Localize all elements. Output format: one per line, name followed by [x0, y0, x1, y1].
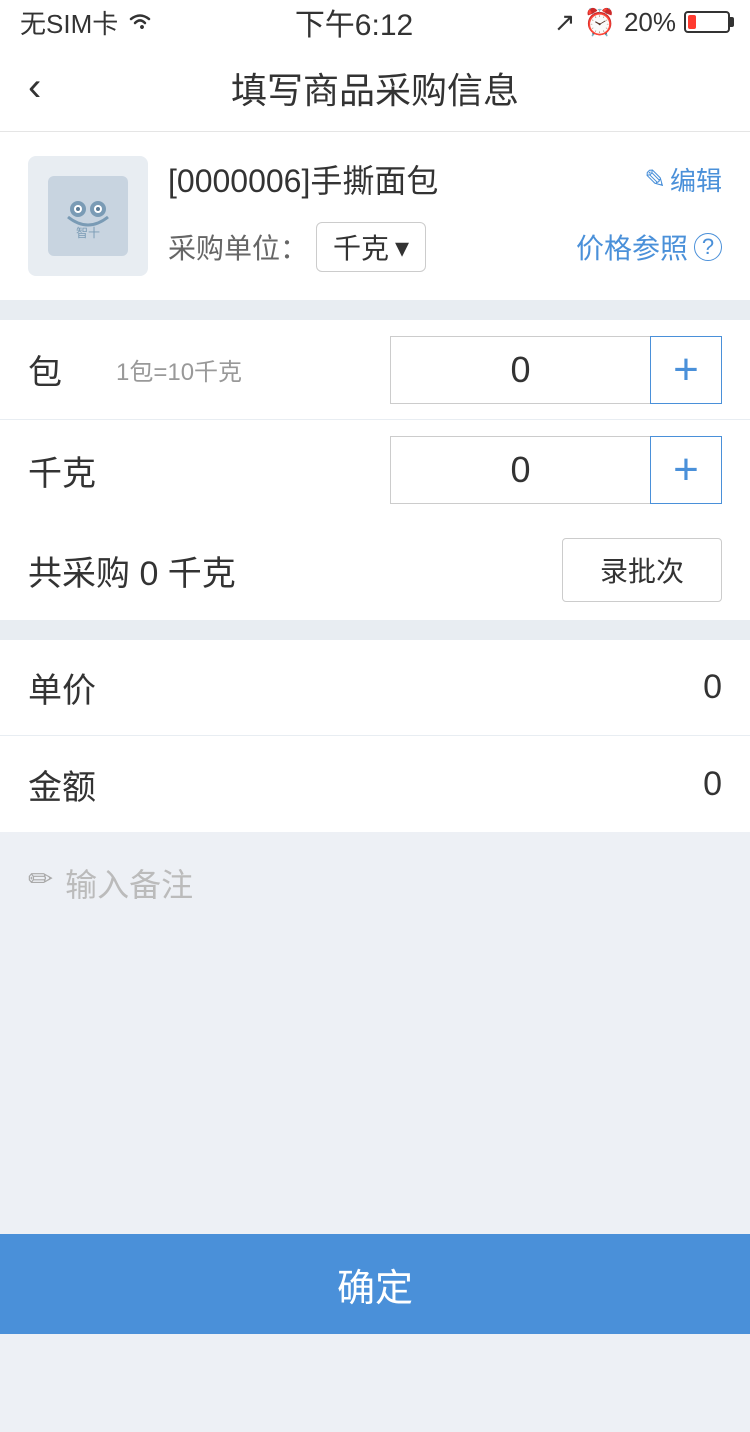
unit-dropdown[interactable]: 千克 ▾ — [316, 222, 426, 272]
bottom-space — [0, 1032, 750, 1432]
batch-button[interactable]: 录批次 — [562, 538, 722, 602]
dropdown-arrow-icon: ▾ — [395, 231, 409, 264]
remark-section[interactable]: ✏ 输入备注 — [0, 832, 750, 1032]
bao-label: 包 — [28, 345, 108, 394]
product-section: 智十 [0000006]手撕面包 ✎ 编辑 采购单位： 千克 ▾ 价格参照 ? — [0, 132, 750, 300]
status-left: 无SIM卡 — [20, 4, 154, 41]
kg-label: 千克 — [28, 446, 108, 495]
bao-row: 包 1包=10千克 + — [0, 320, 750, 420]
total-section: 共采购 0 千克 录批次 — [0, 520, 750, 620]
input-section: 包 1包=10千克 + 千克 + — [0, 320, 750, 520]
kg-input-group: + — [390, 436, 722, 504]
alarm-icon: ⏰ — [584, 7, 616, 38]
divider-1 — [0, 300, 750, 320]
divider-2 — [0, 620, 750, 640]
bao-input-group: + — [390, 336, 722, 404]
unit-price-row: 单价 0 — [0, 640, 750, 736]
status-time: 下午6:12 — [295, 0, 413, 44]
kg-row: 千克 + — [0, 420, 750, 520]
battery-percent: 20% — [624, 7, 676, 38]
svg-text:智十: 智十 — [76, 225, 100, 240]
edit-button[interactable]: ✎ 编辑 — [644, 161, 722, 198]
amount-label: 金额 — [28, 760, 96, 809]
bao-sublabel: 1包=10千克 — [116, 352, 242, 387]
total-label: 共采购 0 千克 — [28, 546, 236, 595]
product-image: 智十 — [28, 156, 148, 276]
unit-price-label: 单价 — [28, 663, 96, 712]
product-header: [0000006]手撕面包 ✎ 编辑 — [168, 156, 722, 202]
pencil-icon: ✏ — [28, 862, 53, 897]
battery-icon — [684, 11, 730, 33]
wifi-icon — [126, 7, 154, 38]
no-sim-text: 无SIM卡 — [20, 4, 118, 41]
product-info: [0000006]手撕面包 ✎ 编辑 采购单位： 千克 ▾ 价格参照 ? — [168, 156, 722, 272]
product-thumbnail: 智十 — [48, 176, 128, 256]
help-icon: ? — [694, 233, 722, 261]
unit-label: 采购单位： 千克 ▾ — [168, 222, 426, 272]
unit-price-value: 0 — [703, 668, 722, 707]
nav-bar: ‹ 填写商品采购信息 — [0, 44, 750, 132]
status-bar: 无SIM卡 下午6:12 ↗ ⏰ 20% — [0, 0, 750, 44]
price-section: 单价 0 金额 0 — [0, 640, 750, 832]
back-button[interactable]: ‹ — [28, 65, 41, 110]
bao-quantity-input[interactable] — [390, 336, 650, 404]
kg-plus-button[interactable]: + — [650, 436, 722, 504]
edit-icon: ✎ — [644, 164, 666, 195]
kg-quantity-input[interactable] — [390, 436, 650, 504]
price-reference-button[interactable]: 价格参照 ? — [576, 227, 722, 267]
amount-value: 0 — [703, 765, 722, 804]
location-icon: ↗ — [554, 7, 576, 38]
remark-input[interactable]: 输入备注 — [65, 860, 193, 906]
bao-plus-button[interactable]: + — [650, 336, 722, 404]
product-unit-row: 采购单位： 千克 ▾ 价格参照 ? — [168, 222, 722, 272]
product-name: [0000006]手撕面包 — [168, 156, 438, 202]
amount-row: 金额 0 — [0, 736, 750, 832]
status-right: ↗ ⏰ 20% — [554, 7, 730, 38]
battery-fill — [688, 15, 696, 29]
page-title: 填写商品采购信息 — [231, 62, 519, 114]
confirm-button[interactable]: 确定 — [0, 1234, 750, 1334]
